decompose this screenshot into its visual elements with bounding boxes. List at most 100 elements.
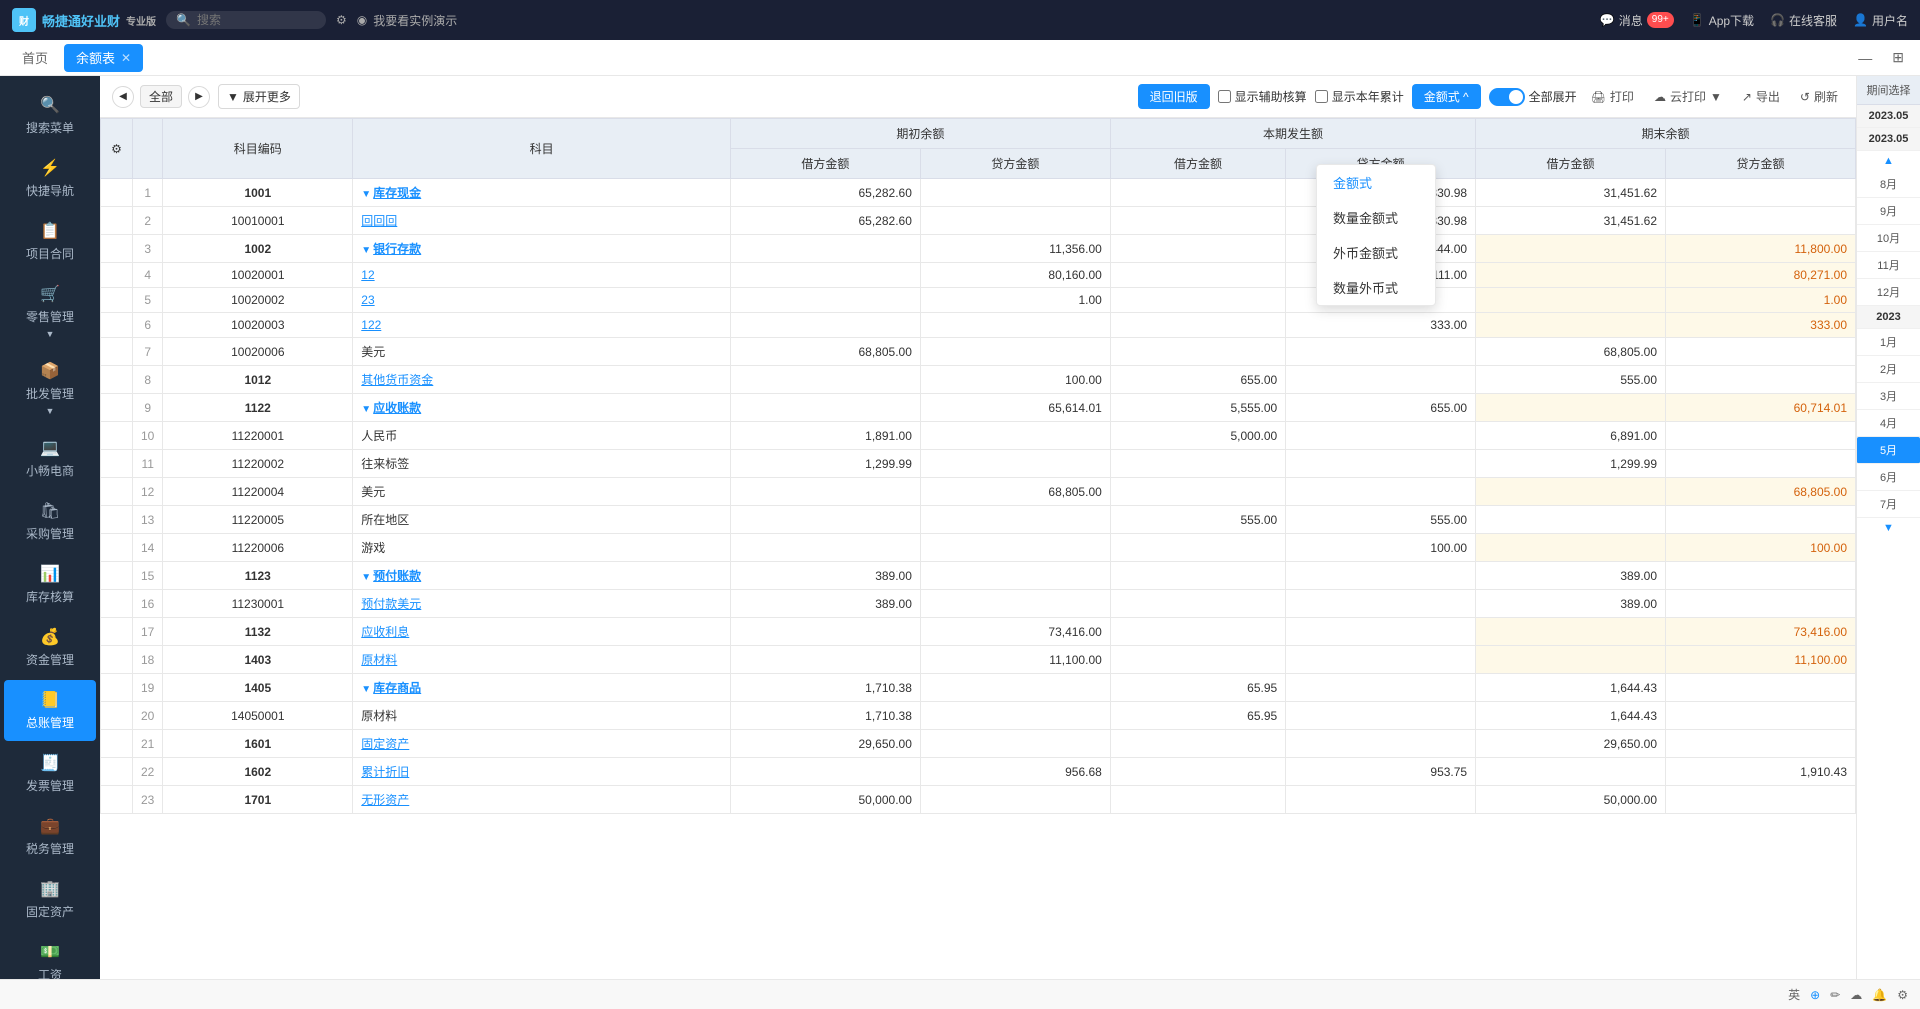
table-row[interactable]: 19 1405 ▼库存商品 1,710.38 65.95 1,644.43 xyxy=(101,674,1856,702)
sidebar-item-wholesale[interactable]: 📦 批发管理 ▼ xyxy=(4,351,96,426)
period-may[interactable]: 5月 xyxy=(1857,437,1920,464)
table-row[interactable]: 2 10010001 回回回 65,282.60 33,830.98 31,45… xyxy=(101,207,1856,235)
table-row[interactable]: 16 11230001 预付款美元 389.00 389.00 xyxy=(101,590,1856,618)
sidebar-item-purchase[interactable]: 🛍 采购管理 xyxy=(4,491,96,552)
tab-home[interactable]: 首页 xyxy=(10,44,60,72)
msg-btn[interactable]: 💬 消息 99+ xyxy=(1600,12,1674,29)
bottom-alert-btn[interactable]: 🔔 xyxy=(1872,988,1887,1002)
account-name[interactable]: 原材料 xyxy=(361,653,397,667)
bottom-lang-btn[interactable]: 英 xyxy=(1788,986,1800,1003)
table-row[interactable]: 8 1012 其他货币资金 100.00 655.00 555.00 xyxy=(101,366,1856,394)
table-row[interactable]: 6 10020003 122 333.00 333.00 xyxy=(101,313,1856,338)
table-row[interactable]: 13 11220005 所在地区 555.00 555.00 xyxy=(101,506,1856,534)
window-min-btn[interactable]: — xyxy=(1852,48,1878,68)
sidebar-item-invoice[interactable]: 🧾 发票管理 xyxy=(4,743,96,804)
table-row[interactable]: 12 11220004 美元 68,805.00 68,805.00 xyxy=(101,478,1856,506)
account-name[interactable]: 预付账款 xyxy=(373,569,421,583)
account-name[interactable]: 回回回 xyxy=(361,214,397,228)
period-oct[interactable]: 10月 xyxy=(1857,225,1920,252)
table-row[interactable]: 22 1602 累计折旧 956.68 953.75 1,910.43 xyxy=(101,758,1856,786)
account-name[interactable]: 无形资产 xyxy=(361,793,409,807)
period-jul[interactable]: 7月 xyxy=(1857,491,1920,518)
search-input[interactable] xyxy=(197,13,297,27)
tab-close-icon[interactable]: ✕ xyxy=(121,51,131,65)
show-ytd-input[interactable] xyxy=(1315,90,1328,103)
table-row[interactable]: 15 1123 ▼预付账款 389.00 389.00 xyxy=(101,562,1856,590)
dropdown-item-amount[interactable]: 金额式 xyxy=(1317,165,1435,200)
sidebar-item-project[interactable]: 📋 项目合同 xyxy=(4,211,96,272)
period-nav-up[interactable]: ▲ xyxy=(1857,151,1920,171)
period-apr[interactable]: 4月 xyxy=(1857,410,1920,437)
table-row[interactable]: 11 11220002 往来标签 1,299.99 1,299.99 xyxy=(101,450,1856,478)
account-name[interactable]: 其他货币资金 xyxy=(361,373,433,387)
bottom-cloud-btn[interactable]: ☁ xyxy=(1850,988,1862,1002)
bottom-edit-btn[interactable]: ✏ xyxy=(1830,988,1840,1002)
refresh-btn[interactable]: ↺ 刷新 xyxy=(1794,85,1844,108)
show-assist-input[interactable] xyxy=(1218,90,1231,103)
cloud-print-btn[interactable]: ☁ 云打印 ▼ xyxy=(1648,85,1728,108)
demo-link[interactable]: ◉ 我要看实例演示 xyxy=(357,12,458,29)
account-name[interactable]: 银行存款 xyxy=(373,242,421,256)
sidebar-item-inventory[interactable]: 📊 库存核算 xyxy=(4,554,96,615)
tab-balance[interactable]: 余额表 ✕ xyxy=(64,44,143,72)
table-row[interactable]: 14 11220006 游戏 100.00 100.00 xyxy=(101,534,1856,562)
account-name[interactable]: 23 xyxy=(361,293,374,307)
show-ytd-checkbox[interactable]: 显示本年累计 xyxy=(1315,88,1404,105)
account-name[interactable]: 预付款美元 xyxy=(361,597,421,611)
table-settings-header[interactable]: ⚙ xyxy=(101,119,133,179)
window-max-btn[interactable]: ⊞ xyxy=(1886,47,1910,68)
table-row[interactable]: 18 1403 原材料 11,100.00 11,100.00 xyxy=(101,646,1856,674)
show-assist-checkbox[interactable]: 显示辅助核算 xyxy=(1218,88,1307,105)
account-name[interactable]: 固定资产 xyxy=(361,737,409,751)
sidebar-item-retail[interactable]: 🛒 零售管理 ▼ xyxy=(4,274,96,349)
mode-btn[interactable]: 金额式 ^ xyxy=(1412,84,1481,109)
period-nov[interactable]: 11月 xyxy=(1857,252,1920,279)
expand-more-btn[interactable]: ▼ 展开更多 xyxy=(218,84,300,109)
nav-back-btn[interactable]: ◀ xyxy=(112,86,134,108)
table-row[interactable]: 17 1132 应收利息 73,416.00 73,416.00 xyxy=(101,618,1856,646)
sidebar-item-ecommerce[interactable]: 💻 小畅电商 xyxy=(4,428,96,489)
expand-all-toggle[interactable] xyxy=(1489,88,1525,106)
account-name[interactable]: 应收账款 xyxy=(373,401,421,415)
table-row[interactable]: 3 1002 ▼银行存款 11,356.00 444.00 11,800.00 xyxy=(101,235,1856,263)
dropdown-item-qty-amount[interactable]: 数量金额式 xyxy=(1317,200,1435,235)
sidebar-item-salary[interactable]: 💵 工资 xyxy=(4,932,96,979)
sidebar-item-quicknav[interactable]: ⚡ 快捷导航 xyxy=(4,148,96,209)
account-name[interactable]: 累计折旧 xyxy=(361,765,409,779)
top-search-area[interactable]: 🔍 xyxy=(166,11,326,29)
period-nav-down[interactable]: ▼ xyxy=(1857,518,1920,538)
bottom-gear-btn[interactable]: ⚙ xyxy=(1897,988,1908,1002)
table-row[interactable]: 7 10020006 美元 68,805.00 68,805.00 xyxy=(101,338,1856,366)
table-row[interactable]: 10 11220001 人民币 1,891.00 5,000.00 6,891.… xyxy=(101,422,1856,450)
sidebar-item-tax[interactable]: 💼 税务管理 xyxy=(4,806,96,867)
table-row[interactable]: 20 14050001 原材料 1,710.38 65.95 1,644.43 xyxy=(101,702,1856,730)
app-download-btn[interactable]: 📱 App下载 xyxy=(1690,12,1754,29)
sidebar-item-search[interactable]: 🔍 搜索菜单 xyxy=(4,85,96,146)
bottom-dot-btn[interactable]: ⊕ xyxy=(1810,988,1820,1002)
settings-icon[interactable]: ⚙ xyxy=(336,13,347,27)
sidebar-item-ledger[interactable]: 📒 总账管理 xyxy=(4,680,96,741)
print-btn[interactable]: 🖨 打印 xyxy=(1585,85,1640,108)
period-sep[interactable]: 9月 xyxy=(1857,198,1920,225)
table-row[interactable]: 21 1601 固定资产 29,650.00 29,650.00 xyxy=(101,730,1856,758)
online-service-btn[interactable]: 🎧 在线客服 xyxy=(1770,12,1837,29)
sidebar-item-capital[interactable]: 💰 资金管理 xyxy=(4,617,96,678)
account-name[interactable]: 122 xyxy=(361,318,381,332)
user-avatar[interactable]: 👤 用户名 xyxy=(1853,12,1908,29)
table-row[interactable]: 23 1701 无形资产 50,000.00 50,000.00 xyxy=(101,786,1856,814)
period-jan[interactable]: 1月 xyxy=(1857,329,1920,356)
account-name[interactable]: 库存现金 xyxy=(373,186,421,200)
table-row[interactable]: 9 1122 ▼应收账款 65,614.01 5,555.00 655.00 6… xyxy=(101,394,1856,422)
return-old-btn[interactable]: 退回旧版 xyxy=(1138,84,1210,109)
table-row[interactable]: 4 10020001 12 80,160.00 111.00 80,271.00 xyxy=(101,263,1856,288)
table-row[interactable]: 1 1001 ▼库存现金 65,282.60 33,830.98 31,451.… xyxy=(101,179,1856,207)
account-name[interactable]: 库存商品 xyxy=(373,681,421,695)
table-row[interactable]: 5 10020002 23 1.00 1.00 xyxy=(101,288,1856,313)
period-aug[interactable]: 8月 xyxy=(1857,171,1920,198)
breadcrumb-all[interactable]: 全部 xyxy=(140,85,182,108)
account-name[interactable]: 12 xyxy=(361,268,374,282)
dropdown-item-qty-foreign[interactable]: 数量外币式 xyxy=(1317,270,1435,305)
period-dec[interactable]: 12月 xyxy=(1857,279,1920,306)
period-feb[interactable]: 2月 xyxy=(1857,356,1920,383)
period-jun[interactable]: 6月 xyxy=(1857,464,1920,491)
